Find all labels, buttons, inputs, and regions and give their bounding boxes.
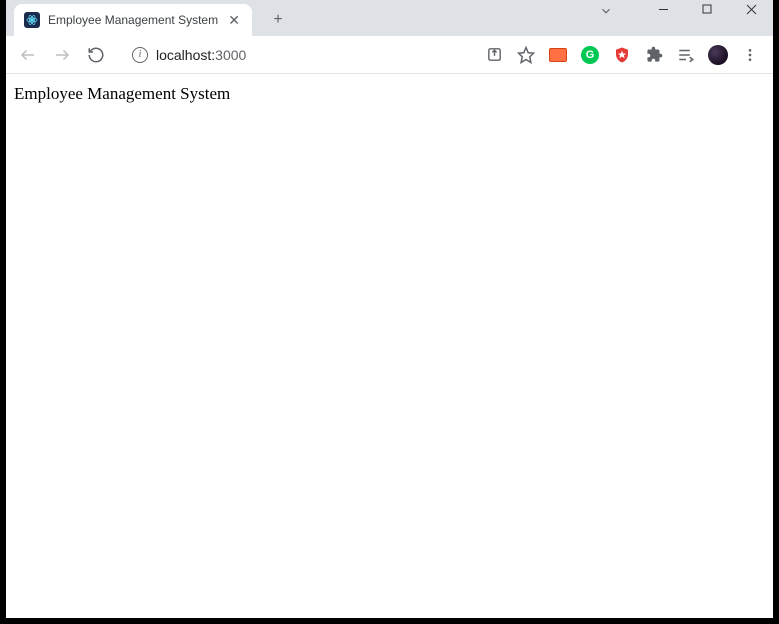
react-favicon [24, 12, 40, 28]
address-port: 3000 [215, 47, 246, 63]
browser-toolbar: i localhost:3000 G [6, 36, 773, 74]
share-icon[interactable] [483, 44, 505, 66]
maximize-button[interactable] [685, 0, 729, 22]
profile-avatar[interactable] [707, 44, 729, 66]
back-button[interactable] [14, 41, 42, 69]
forward-button[interactable] [48, 41, 76, 69]
tab-close-button[interactable]: ✕ [226, 12, 242, 29]
minimize-button[interactable] [641, 0, 685, 22]
tab-search-chevron-icon[interactable] [599, 4, 613, 18]
address-bar[interactable]: i localhost:3000 [122, 41, 471, 69]
extensions-icon[interactable] [643, 44, 665, 66]
window-controls [641, 0, 773, 22]
browser-menu-button[interactable] [739, 44, 761, 66]
new-tab-button[interactable]: + [264, 6, 292, 34]
active-tab[interactable]: Employee Management System ✕ [14, 4, 252, 36]
address-host: localhost: [156, 47, 215, 63]
shield-extension-icon[interactable] [611, 44, 633, 66]
reload-button[interactable] [82, 41, 110, 69]
close-window-button[interactable] [729, 0, 773, 22]
page-content: Employee Management System [6, 74, 773, 618]
plus-icon: + [273, 11, 282, 29]
favorites-extension-icon[interactable] [547, 44, 569, 66]
bookmark-star-icon[interactable] [515, 44, 537, 66]
site-info-icon[interactable]: i [132, 47, 148, 63]
tab-strip: Employee Management System ✕ + [6, 0, 773, 36]
tab-title: Employee Management System [48, 13, 218, 27]
address-text: localhost:3000 [156, 47, 246, 63]
toolbar-right: G [483, 44, 765, 66]
page-heading: Employee Management System [14, 84, 765, 104]
browser-window: Employee Management System ✕ + [6, 0, 773, 618]
grammarly-extension-icon[interactable]: G [579, 44, 601, 66]
reading-list-icon[interactable] [675, 44, 697, 66]
